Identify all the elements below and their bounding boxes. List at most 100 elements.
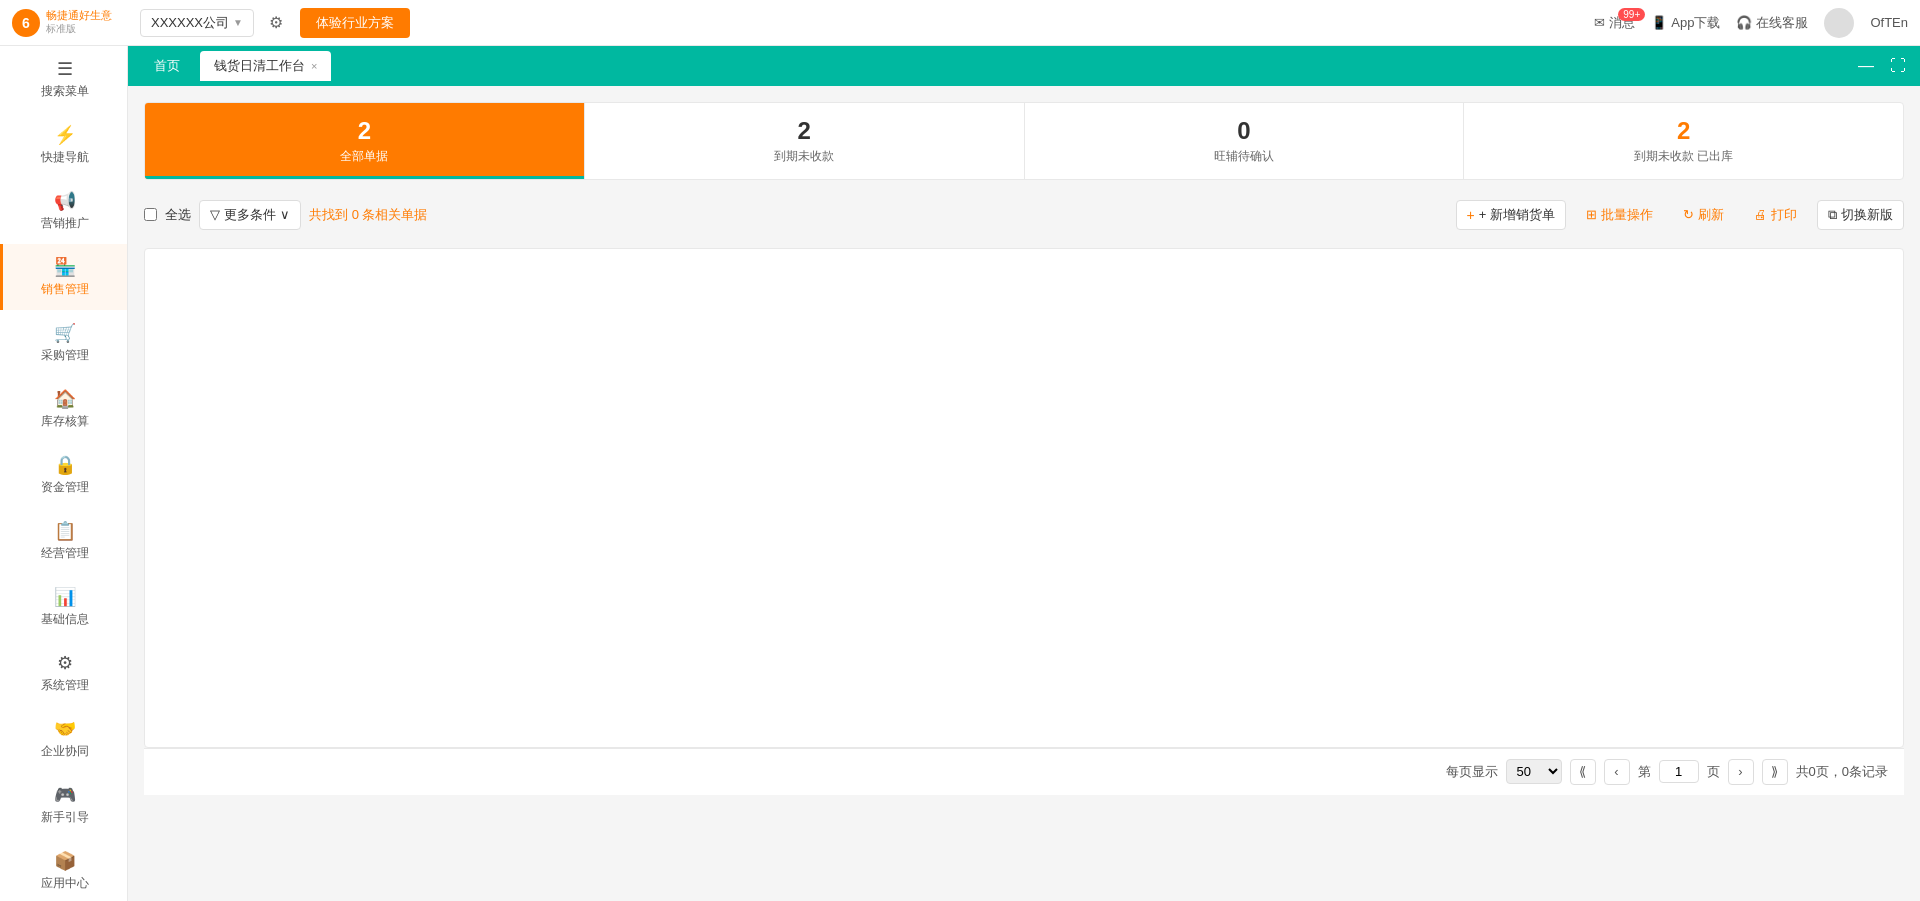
guide-icon: 🎮	[54, 784, 76, 806]
new-sales-btn[interactable]: + + 新增销货单	[1456, 200, 1566, 230]
stat-label-all: 全部单据	[165, 148, 564, 165]
page-input[interactable]	[1659, 760, 1699, 783]
found-count: 0	[352, 207, 359, 222]
sidebar-item-sales[interactable]: 🏪 销售管理	[0, 244, 127, 310]
stat-card-overdue-out[interactable]: 2 到期未收款 已出库	[1464, 103, 1903, 179]
company-dropdown-arrow: ▼	[233, 17, 243, 28]
tab-active-label: 钱货日清工作台	[214, 57, 305, 75]
print-btn[interactable]: 🖨 打印	[1744, 201, 1807, 229]
switch-icon: ⧉	[1828, 207, 1837, 223]
filter-arrow: ∨	[280, 207, 290, 222]
sidebar-item-basic-info[interactable]: 📊 基础信息	[0, 574, 127, 640]
experience-btn[interactable]: 体验行业方案	[300, 8, 410, 38]
switch-btn[interactable]: ⧉ 切换新版	[1817, 200, 1904, 230]
stat-label-overdue: 到期未收款	[605, 148, 1004, 165]
sales-icon: 🏪	[54, 256, 76, 278]
enterprise-icon: 🤝	[54, 718, 76, 740]
stat-label-overdue-out: 到期未收款 已出库	[1484, 148, 1883, 165]
found-text: 共找到 0 条相关单据	[309, 206, 427, 224]
page-suffix-label: 页	[1707, 763, 1720, 781]
stat-num-wangwang: 0	[1045, 117, 1444, 146]
found-suffix: 条相关单据	[362, 207, 427, 222]
filter-icon: ▽	[210, 207, 220, 222]
print-icon: 🖨	[1754, 207, 1767, 222]
filter-btn[interactable]: ▽ 更多条件 ∨	[199, 200, 301, 230]
online-service-btn[interactable]: 🎧 在线客服	[1736, 14, 1808, 32]
per-page-label: 每页显示	[1446, 763, 1498, 781]
stat-card-overdue[interactable]: 2 到期未收款	[585, 103, 1025, 179]
sidebar-label-system: 系统管理	[41, 677, 89, 694]
found-prefix: 共找到	[309, 207, 348, 222]
sidebar-label-finance: 资金管理	[41, 479, 89, 496]
sidebar-label-quick-nav: 快捷导航	[41, 149, 89, 166]
stat-label-wangwang: 旺辅待确认	[1045, 148, 1444, 165]
select-all-checkbox[interactable]	[144, 208, 157, 221]
next-page-btn[interactable]: ›	[1728, 759, 1754, 785]
purchase-icon: 🛒	[54, 322, 76, 344]
avatar[interactable]	[1824, 8, 1854, 38]
logo-area: 6 畅捷通好生意 标准版	[12, 9, 140, 37]
top-header: 6 畅捷通好生意 标准版 XXXXXX公司 ▼ ⚙ 体验行业方案 ✉ 消息 99…	[0, 0, 1920, 46]
toolbar: 全选 ▽ 更多条件 ∨ 共找到 0 条相关单据 + + 新增销货单 ⊞ 批量操作…	[144, 192, 1904, 238]
sidebar-item-guide[interactable]: 🎮 新手引导	[0, 772, 127, 838]
stat-num-overdue-out: 2	[1484, 117, 1883, 146]
tab-active[interactable]: 钱货日清工作台 ×	[200, 51, 331, 81]
refresh-btn[interactable]: ↻ 刷新	[1673, 201, 1734, 229]
search-menu-icon: ☰	[57, 58, 73, 80]
batch-btn[interactable]: ⊞ 批量操作	[1576, 201, 1663, 229]
sidebar-item-marketing[interactable]: 📢 营销推广	[0, 178, 127, 244]
tab-bar: 首页 钱货日清工作台 × — ⛶	[128, 46, 1920, 86]
tab-close-btn[interactable]: ×	[311, 60, 317, 72]
batch-icon: ⊞	[1586, 207, 1597, 222]
basic-info-icon: 📊	[54, 586, 76, 608]
tab-expand-btn[interactable]: ⛶	[1886, 54, 1910, 78]
sidebar-item-operations[interactable]: 📋 经营管理	[0, 508, 127, 574]
logo-icon: 6	[12, 9, 40, 37]
last-page-btn[interactable]: ⟫	[1762, 759, 1788, 785]
sidebar-label-enterprise: 企业协同	[41, 743, 89, 760]
tab-home[interactable]: 首页	[138, 46, 196, 86]
settings-icon[interactable]: ⚙	[262, 9, 290, 37]
company-name: XXXXXX公司	[151, 14, 229, 32]
stat-card-wangwang[interactable]: 0 旺辅待确认	[1025, 103, 1465, 179]
stat-num-overdue: 2	[605, 117, 1004, 146]
system-icon: ⚙	[57, 652, 73, 674]
sidebar-item-app-center[interactable]: 📦 应用中心	[0, 838, 127, 901]
sidebar-item-finance[interactable]: 🔒 资金管理	[0, 442, 127, 508]
app-download-btn[interactable]: 📱 App下载	[1651, 14, 1720, 32]
quick-nav-icon: ⚡	[54, 124, 76, 146]
app-download-label: App下载	[1671, 14, 1720, 32]
sidebar-item-purchase[interactable]: 🛒 采购管理	[0, 310, 127, 376]
filter-label: 更多条件	[224, 206, 276, 224]
message-badge: 99+	[1618, 8, 1645, 21]
tab-minimize-btn[interactable]: —	[1854, 54, 1878, 78]
table-area	[144, 248, 1904, 748]
refresh-icon: ↻	[1683, 207, 1694, 222]
username-area[interactable]: OfTEn	[1870, 15, 1908, 30]
first-page-btn[interactable]: ⟪	[1570, 759, 1596, 785]
per-page-select[interactable]: 50 10 20 100	[1506, 759, 1562, 784]
sidebar-item-inventory[interactable]: 🏠 库存核算	[0, 376, 127, 442]
batch-label: 批量操作	[1601, 206, 1653, 224]
sidebar-label-inventory: 库存核算	[41, 413, 89, 430]
print-label: 打印	[1771, 206, 1797, 224]
logo-text: 畅捷通好生意	[46, 9, 112, 22]
prev-page-btn[interactable]: ‹	[1604, 759, 1630, 785]
operations-icon: 📋	[54, 520, 76, 542]
message-btn[interactable]: ✉ 消息 99+	[1594, 14, 1635, 32]
main-content: 2 全部单据 2 到期未收款 0 旺辅待确认 2 到期未收款 已出库 全选 ▽ …	[128, 86, 1920, 901]
refresh-label: 刷新	[1698, 206, 1724, 224]
select-all-label: 全选	[165, 206, 191, 224]
sidebar-label-sales: 销售管理	[41, 281, 89, 298]
sidebar-item-quick-nav[interactable]: ⚡ 快捷导航	[0, 112, 127, 178]
sidebar-item-search-menu[interactable]: ☰ 搜索菜单	[0, 46, 127, 112]
sidebar-label-app-center: 应用中心	[41, 875, 89, 892]
stats-bar: 2 全部单据 2 到期未收款 0 旺辅待确认 2 到期未收款 已出库	[144, 102, 1904, 180]
sidebar-item-system[interactable]: ⚙ 系统管理	[0, 640, 127, 706]
stat-num-all: 2	[165, 117, 564, 146]
stat-card-all[interactable]: 2 全部单据	[145, 103, 585, 179]
company-selector[interactable]: XXXXXX公司 ▼	[140, 9, 254, 37]
sidebar-item-enterprise[interactable]: 🤝 企业协同	[0, 706, 127, 772]
header-right: ✉ 消息 99+ 📱 App下载 🎧 在线客服 OfTEn	[1594, 8, 1908, 38]
online-service-label: 在线客服	[1756, 14, 1808, 32]
